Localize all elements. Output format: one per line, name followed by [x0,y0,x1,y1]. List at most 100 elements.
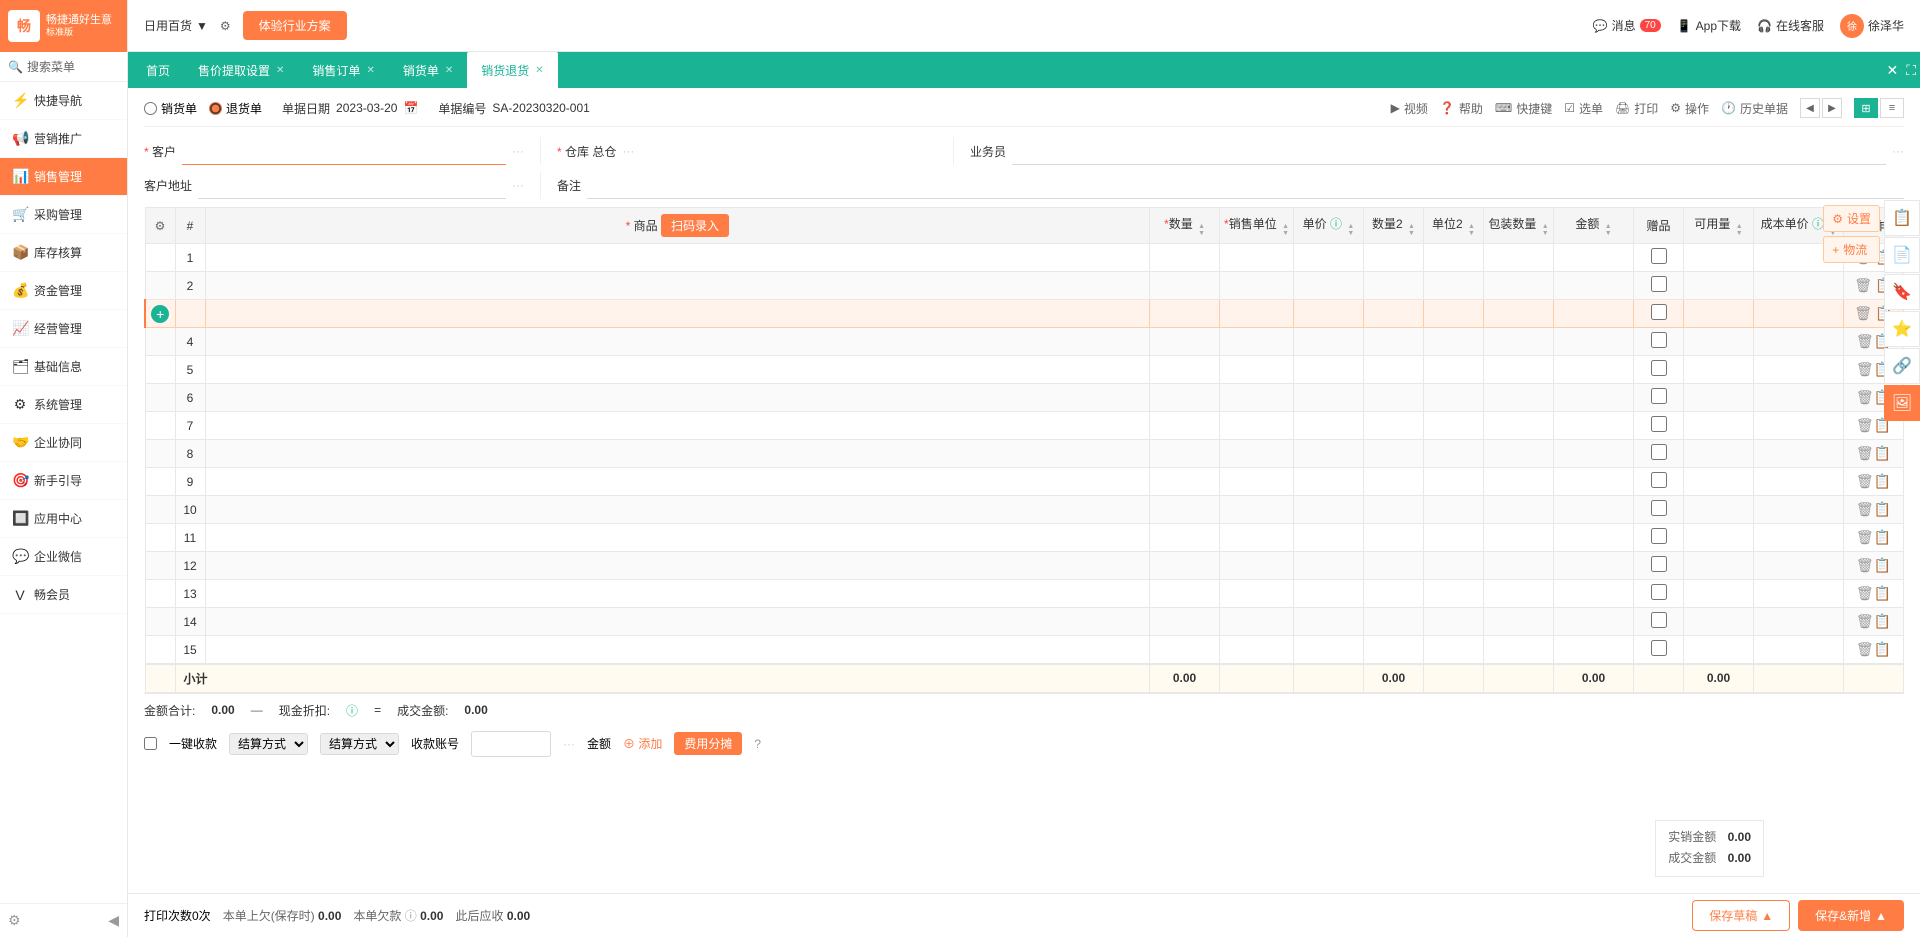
pkg-sort[interactable]: ▲▼ [1542,223,1549,237]
amount-sort[interactable]: ▲▼ [1605,223,1612,237]
tab-home[interactable]: 首页 [132,52,184,88]
daily-category[interactable]: 日用百货 ▼ [144,17,208,34]
add-payment-icon[interactable]: ⊕ 添加 [623,735,662,752]
price-sort[interactable]: ▲▼ [1347,223,1354,237]
copy-row-btn[interactable]: 📋 [1874,501,1891,518]
calc-select[interactable]: 结算方式 [320,733,399,755]
address-dots[interactable]: ··· [512,178,524,192]
staff-dots[interactable]: ··· [1892,144,1904,158]
copy-row-btn[interactable]: 📋 [1874,473,1891,490]
message-item[interactable]: 💬 消息 70 [1593,17,1661,34]
account-input[interactable] [471,731,551,757]
app-download-item[interactable]: 📱 App下载 [1677,17,1741,34]
history-tool[interactable]: 🕐 历史单据 [1721,100,1788,117]
sidebar-item-xiaoshou[interactable]: 📊 销售管理 [0,158,127,196]
delete-row-btn[interactable]: 🗑 [1856,613,1874,630]
topbar-gear-icon[interactable]: ⚙ [220,19,231,33]
unit2-sort[interactable]: ▲▼ [1468,223,1475,237]
user-profile[interactable]: 徐 徐泽华 [1840,14,1904,38]
col-gear-icon[interactable]: ⚙ [155,219,166,233]
logistics-btn[interactable]: + 物流 [1823,236,1880,263]
sidebar-item-member[interactable]: V 畅会员 [0,576,127,614]
online-service-item[interactable]: 🎧 在线客服 [1757,17,1824,34]
delete-row-btn[interactable]: 🗑 [1856,473,1874,490]
row-qty[interactable] [1150,244,1220,272]
radio-return[interactable]: 退货单 [209,100,262,117]
close-sales-return-icon[interactable]: ✕ [535,65,543,76]
scan-btn[interactable]: 扫码录入 [661,214,729,237]
delete-row-btn[interactable]: 🗑 [1854,305,1872,322]
nav-next[interactable]: ▶ [1822,98,1842,118]
delete-row-btn[interactable]: 🗑 [1856,641,1874,658]
experience-btn[interactable]: 体验行业方案 [243,11,347,40]
close-price-settings-icon[interactable]: ✕ [276,65,284,76]
tab-price-settings[interactable]: 售价提取设置 ✕ [184,52,298,88]
sidebar-item-kucun[interactable]: 📦 库存核算 [0,234,127,272]
delete-row-btn[interactable]: 🗑 [1856,501,1874,518]
account-dots[interactable]: ··· [563,737,575,751]
remark-input[interactable] [587,171,1904,199]
select-tool[interactable]: ☑ 选单 [1564,100,1603,117]
cost-info-icon[interactable]: ⓘ [1812,217,1824,231]
payment-help-icon[interactable]: ? [754,737,761,751]
owed-info-icon[interactable]: ⓘ [405,909,417,923]
discount-info-icon[interactable]: ⓘ [346,702,358,719]
float-document[interactable]: 📄 [1884,237,1920,273]
settings-btn[interactable]: ⚙ 设置 [1823,205,1880,232]
delete-row-btn[interactable]: 🗑 [1856,361,1874,378]
qty-sort[interactable]: ▲▼ [1198,223,1205,237]
view-grid[interactable]: ⊞ [1854,98,1878,118]
staff-input[interactable] [1012,137,1886,165]
row-price[interactable] [1294,244,1364,272]
sidebar-item-xitong[interactable]: ⚙ 系统管理 [0,386,127,424]
close-sales-bill-icon[interactable]: ✕ [445,65,453,76]
copy-row-btn[interactable]: 📋 [1874,557,1891,574]
close-sales-order-icon[interactable]: ✕ [366,65,374,76]
operate-tool[interactable]: ⚙ 操作 [1670,100,1709,117]
delete-row-btn[interactable]: 🗑 [1856,585,1874,602]
tab-sales-return[interactable]: 销货退货 ✕ [467,52,557,88]
view-list[interactable]: ≡ [1880,98,1904,118]
sidebar-search[interactable]: 🔍 搜索菜单 [0,52,127,82]
shortcut-tool[interactable]: ⌨ 快捷键 [1495,100,1552,117]
add-row-btn[interactable]: + [151,305,169,323]
sidebar-item-qiye[interactable]: 🤝 企业协同 [0,424,127,462]
save-draft-btn[interactable]: 保存草稿 ▲ [1692,900,1790,931]
settlement-select[interactable]: 结算方式 [229,733,308,755]
price-info-icon[interactable]: ⓘ [1330,217,1342,231]
sidebar-item-kuaijie[interactable]: ⚡ 快捷导航 [0,82,127,120]
expand-icon[interactable]: ⛶ [1906,62,1916,79]
warehouse-dots[interactable]: ··· [622,144,634,158]
delete-row-btn[interactable]: 🗑 [1856,389,1874,406]
float-link[interactable]: 🔗 [1884,348,1920,384]
row-avail[interactable] [1684,244,1754,272]
row-pkg[interactable] [1484,244,1554,272]
copy-row-btn[interactable]: 📋 [1874,641,1891,658]
sidebar-item-jichu[interactable]: 🗂 基础信息 [0,348,127,386]
float-bookmark[interactable]: 🔖 [1884,274,1920,310]
collapse-icon[interactable]: ◀ [108,912,119,929]
save-new-btn[interactable]: 保存&新增 ▲ [1798,900,1904,931]
sidebar-item-jingying[interactable]: 📈 经营管理 [0,310,127,348]
sidebar-item-caigou[interactable]: 🛒 采购管理 [0,196,127,234]
copy-row-btn[interactable]: 📋 [1874,613,1891,630]
nav-prev[interactable]: ◀ [1800,98,1820,118]
customer-dots[interactable]: ··· [512,144,524,158]
copy-row-btn[interactable]: 📋 [1874,585,1891,602]
settings-bottom-icon[interactable]: ⚙ [8,912,21,929]
product-input-active[interactable] [210,307,1146,321]
sidebar-item-yingxiao[interactable]: 📢 营销推广 [0,120,127,158]
one-click-checkbox[interactable] [144,737,157,750]
delete-row-btn[interactable]: 🗑 [1856,557,1874,574]
radio-sale[interactable]: 销货单 [144,100,197,117]
qty2-sort[interactable]: ▲▼ [1408,223,1415,237]
tab-sales-bill[interactable]: 销货单 ✕ [389,52,467,88]
video-tool[interactable]: ▶ 视频 [1391,100,1428,117]
sidebar-item-yingyong[interactable]: 🔲 应用中心 [0,500,127,538]
unit-sort[interactable]: ▲▼ [1282,223,1289,237]
delete-row-btn[interactable]: 🗑 [1856,529,1874,546]
customer-input[interactable] [182,137,506,165]
delete-row-btn[interactable]: 🗑 [1856,333,1874,350]
print-tool[interactable]: 🖨 打印 [1615,100,1658,117]
row-unit2[interactable] [1424,244,1484,272]
